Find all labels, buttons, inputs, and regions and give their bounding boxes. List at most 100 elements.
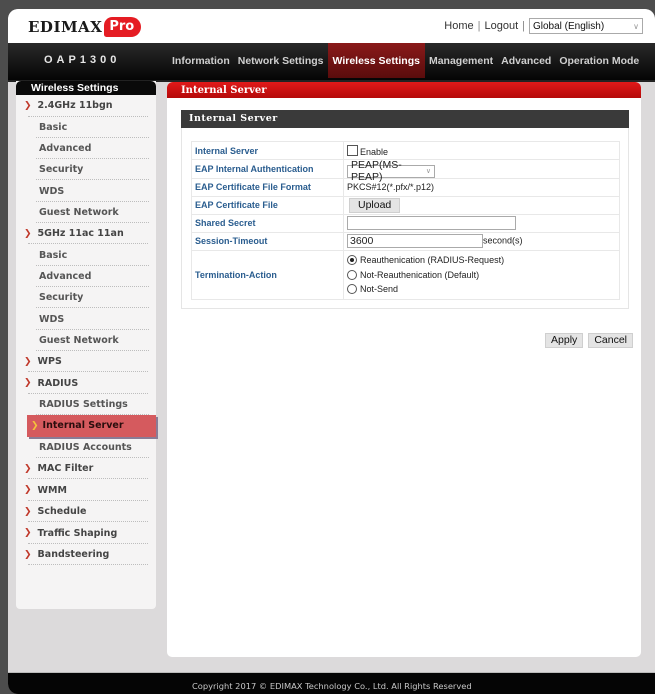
sidebar-item-security[interactable]: Security — [16, 287, 156, 309]
header-links: Home | Logout | Global (English) ∨ — [444, 18, 643, 34]
sidebar-item-traffic-shaping[interactable]: ❯ Traffic Shaping — [16, 522, 156, 544]
sidebar-item-advanced[interactable]: Advanced — [16, 138, 156, 160]
sidebar-item-wds[interactable]: WDS — [16, 308, 156, 330]
radio-label: Not-Reauthenication (Default) — [360, 269, 480, 280]
sidebar: Wireless Settings ❯ 2.4GHz 11bgn Basic Adva… — [16, 81, 156, 609]
sidebar-item-label: WDS — [39, 185, 65, 197]
sidebar-item-radius-accounts[interactable]: RADIUS Accounts — [16, 437, 156, 459]
sidebar-item-guest-network[interactable]: Guest Network — [16, 202, 156, 224]
field-label: EAP Certificate File — [191, 195, 344, 215]
chevron-right-icon: ❯ — [24, 356, 32, 367]
shared-secret-input[interactable] — [347, 216, 516, 230]
sidebar-item-wps[interactable]: ❯ WPS — [16, 351, 156, 373]
cancel-button[interactable]: Cancel — [588, 333, 633, 348]
apply-button[interactable]: Apply — [545, 333, 584, 348]
chevron-right-icon: ❯ — [24, 506, 32, 517]
sidebar-item-label: Schedule — [37, 506, 87, 518]
separator: | — [477, 20, 481, 32]
logout-link[interactable]: Logout — [484, 20, 518, 32]
nav-wireless-settings[interactable]: Wireless Settings — [327, 43, 425, 78]
radio-button[interactable] — [347, 269, 357, 280]
field-value: PEAP(MS-PEAP) ∨ — [343, 159, 620, 183]
chevron-right-icon: ❯ — [24, 485, 32, 496]
sidebar-item-basic[interactable]: Basic — [16, 117, 156, 139]
sidebar-item-guest-network[interactable]: Guest Network — [16, 330, 156, 352]
sidebar-item-security[interactable]: Security — [16, 159, 156, 181]
chevron-down-icon: ∨ — [425, 168, 431, 175]
form-row: Termination-Action Reauthenication (RADI… — [191, 249, 620, 300]
sidebar-item-radius-settings[interactable]: RADIUS Settings — [16, 394, 156, 416]
field-label: Internal Server — [191, 141, 344, 160]
home-link[interactable]: Home — [444, 20, 473, 32]
sidebar-item-label: MAC Filter — [37, 463, 94, 475]
sidebar-item-label: Basic — [39, 121, 68, 133]
nav-network-settings[interactable]: Network Settings — [234, 43, 328, 78]
field-label: Termination-Action — [191, 249, 344, 300]
sidebar-item-advanced[interactable]: Advanced — [16, 266, 156, 288]
sidebar-item-label: Bandsteering — [37, 549, 110, 561]
radio-label: Reauthenication (RADIUS-Request) — [360, 255, 505, 265]
chevron-right-icon: ❯ — [24, 549, 32, 560]
sidebar-item-basic[interactable]: Basic — [16, 244, 156, 267]
sidebar-item-wmm[interactable]: ❯ WMM — [16, 479, 156, 501]
sidebar-item-schedule[interactable]: ❯ Schedule — [16, 501, 156, 523]
sidebar-item-label: RADIUS Settings — [39, 399, 128, 411]
field-value: 3600 second(s) — [343, 231, 620, 251]
form-row: Internal Server Enable — [191, 141, 620, 160]
settings-form: Internal Server Enable EAP Internal Auth… — [191, 141, 620, 300]
session-timeout-unit: second(s) — [483, 235, 523, 246]
sidebar-item-label: Advanced — [39, 270, 92, 282]
sidebar-item-wds[interactable]: WDS — [16, 180, 156, 202]
sidebar-item-label: Advanced — [39, 142, 92, 154]
enable-label: Enable — [360, 146, 389, 157]
language-select[interactable]: Global (English) ∨ — [529, 18, 643, 34]
logo-badge: Pro — [104, 17, 142, 37]
termination-options: Reauthenication (RADIUS-Request) Not-Rea… — [343, 249, 620, 300]
eap-auth-value: PEAP(MS-PEAP) — [351, 159, 402, 183]
top-bar: EDIMAX Pro Home | Logout | Global (Engli… — [8, 9, 655, 43]
sidebar-item-label: RADIUS — [37, 377, 79, 389]
sidebar-item-bandsteering[interactable]: ❯ Bandsteering — [16, 544, 156, 566]
chevron-right-icon: ❯ — [31, 420, 39, 431]
form-row: Shared Secret — [191, 213, 620, 233]
radio-option[interactable]: Reauthenication (RADIUS-Request) — [347, 253, 616, 268]
sidebar-item-label: WPS — [37, 356, 62, 368]
chevron-down-icon: ∨ — [633, 21, 639, 31]
nav-items: Information Network Settings Wireless Sett… — [168, 43, 643, 78]
sidebar-item-label: Internal Server — [42, 420, 124, 432]
language-value: Global (English) — [533, 20, 605, 32]
sidebar-item-internal-server[interactable]: ❯ Internal Server — [27, 415, 156, 437]
nav-management[interactable]: Management — [425, 43, 497, 78]
separator: | — [522, 20, 525, 32]
app-frame: EDIMAX Pro Home | Logout | Global (Engli… — [8, 9, 655, 694]
radio-button[interactable] — [347, 284, 357, 294]
sidebar-item-radius[interactable]: ❯ RADIUS — [16, 372, 156, 394]
sidebar-item-label: WMM — [37, 484, 67, 496]
session-timeout-input[interactable]: 3600 — [347, 234, 483, 248]
nav-advanced[interactable]: Advanced — [497, 43, 555, 78]
radio-option[interactable]: Not-Reauthenication (Default) — [347, 267, 616, 282]
sidebar-title: Wireless Settings — [16, 81, 156, 95]
field-label: Session-Timeout — [191, 231, 344, 251]
nav-operation-mode[interactable]: Operation Mode — [555, 43, 643, 78]
eap-auth-select[interactable]: PEAP(MS-PEAP) ∨ — [347, 159, 435, 183]
sidebar-item-label: Guest Network — [39, 334, 119, 346]
sidebar-item-5ghz-11ac-11an[interactable]: ❯ 5GHz 11ac 11an — [16, 223, 156, 245]
sidebar-item-label: RADIUS Accounts — [39, 441, 132, 453]
radio-option[interactable]: Not-Send — [347, 282, 616, 297]
field-label: Shared Secret — [191, 213, 344, 233]
nav-information[interactable]: Information — [168, 43, 234, 78]
chevron-right-icon: ❯ — [24, 228, 32, 239]
sidebar-item-mac-filter[interactable]: ❯ MAC Filter — [16, 458, 156, 480]
sidebar-item-label: Basic — [39, 249, 68, 261]
sidebar-item-2-4ghz-11bgn[interactable]: ❯ 2.4GHz 11bgn — [16, 95, 156, 117]
upload-button[interactable]: Upload — [349, 197, 401, 213]
enable-checkbox[interactable] — [347, 144, 358, 156]
form-row: EAP Internal Authentication PEAP(MS-PEAP… — [191, 159, 620, 183]
sidebar-item-label: Traffic Shaping — [37, 527, 118, 539]
field-label: EAP Internal Authentication — [191, 159, 344, 179]
device-model: OAP1300 — [44, 54, 121, 66]
radio-label: Not-Send — [360, 284, 399, 294]
internal-server-panel: Internal Server Internal Server Enable E… — [181, 110, 629, 309]
radio-button[interactable] — [347, 255, 357, 265]
